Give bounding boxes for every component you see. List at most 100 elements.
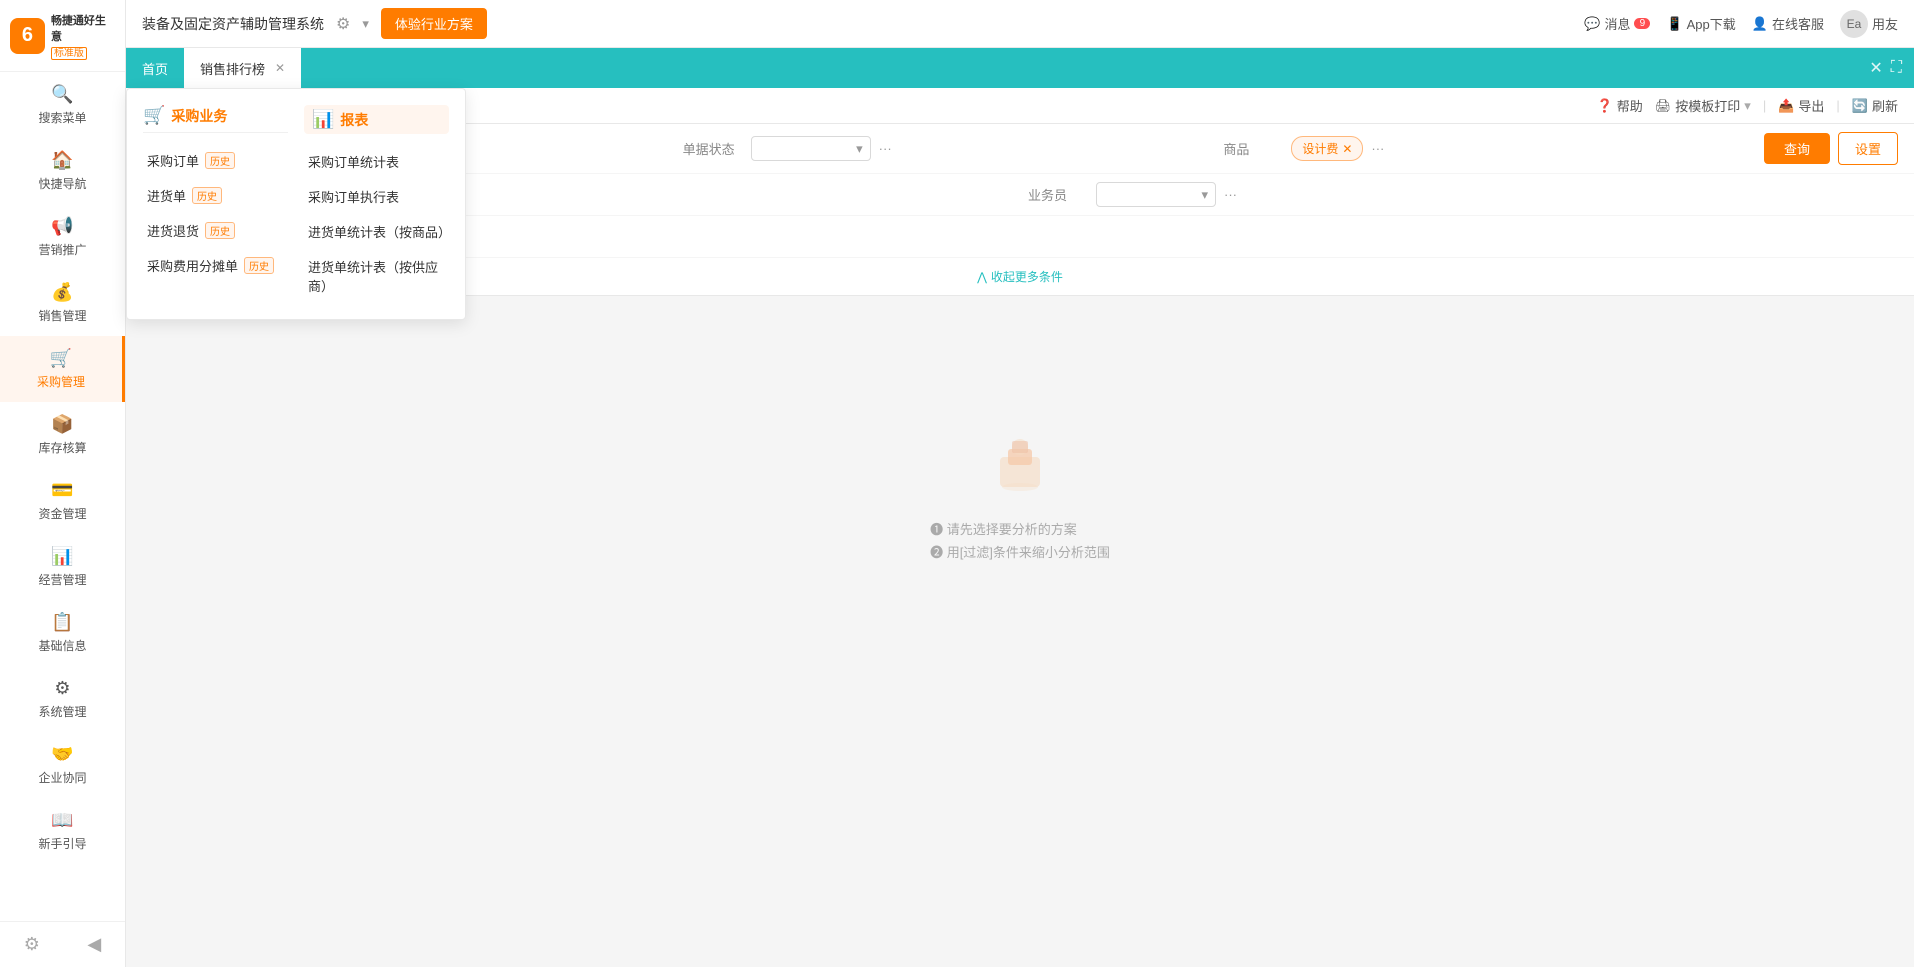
doc-status-select-wrap[interactable]: [751, 136, 871, 161]
sidebar-item-operations[interactable]: 📊 经营管理: [0, 534, 125, 600]
collapse-icon: ⋀: [977, 270, 987, 284]
tabbar: 首页 销售排行榜 ✕ ✕ ⛶: [126, 48, 1914, 88]
print-dropdown-icon[interactable]: ▾: [1744, 98, 1751, 114]
sidebar-logo: 6 畅捷通好生意 标准版: [0, 0, 125, 72]
hist-badge-1: 历史: [205, 152, 235, 169]
finance-icon: 💳: [51, 480, 73, 501]
service-icon: 👤: [1752, 16, 1768, 32]
sidebar-nav: 🔍 搜索菜单 🏠 快捷导航 📢 营销推广 💰 销售管理 🛒 采购管理 📦 库存核…: [0, 72, 125, 921]
system-title: 装备及固定资产辅助管理系统: [142, 14, 324, 34]
inventory-icon: 📦: [51, 414, 73, 435]
online-service-button[interactable]: 👤 在线客服: [1752, 14, 1824, 33]
collapse-filter-button[interactable]: ⋀ 收起更多条件: [965, 264, 1075, 289]
goods-filter-field: 商品 设计费 ✕ ···: [1223, 136, 1748, 161]
sidebar-item-enterprise[interactable]: 🤝 企业协同: [0, 732, 125, 798]
goods-ellipsis[interactable]: ···: [1371, 141, 1384, 156]
salesman-select-wrap[interactable]: [1096, 182, 1216, 207]
sidebar-item-guide[interactable]: 📖 新手引导: [0, 798, 125, 864]
purchase-dropdown-menu: 🛒 采购业务 采购订单 历史 进货单 历史 进货退货 历史 采购费用分摊单 历史…: [126, 88, 466, 320]
marketing-icon: 📢: [51, 216, 73, 237]
sidebar-item-marketing[interactable]: 📢 营销推广: [0, 204, 125, 270]
sidebar-bottom: ⚙ ◀: [0, 921, 125, 967]
hist-badge-4: 历史: [244, 257, 274, 274]
empty-illustration: [980, 427, 1060, 507]
dropdown-item-purchase-expense[interactable]: 采购费用分摊单 历史: [143, 248, 288, 283]
salesman-select[interactable]: [1096, 182, 1216, 207]
sidebar: 6 畅捷通好生意 标准版 🔍 搜索菜单 🏠 快捷导航 📢 营销推广 💰 销售管理…: [0, 0, 126, 967]
purchase-col-header: 🛒 采购业务: [143, 105, 288, 133]
sidebar-item-quick-nav[interactable]: 🏠 快捷导航: [0, 138, 125, 204]
settings-button[interactable]: 设置: [1838, 132, 1898, 165]
doc-status-ellipsis[interactable]: ···: [879, 141, 892, 156]
dropdown-item-stock-in-stats-supplier[interactable]: 进货单统计表（按供应商）: [304, 249, 449, 303]
sidebar-item-inventory[interactable]: 📦 库存核算: [0, 402, 125, 468]
salesman-ellipsis[interactable]: ···: [1224, 187, 1237, 202]
dropdown-item-purchase-order-exec[interactable]: 采购订单执行表: [304, 179, 449, 214]
print-button[interactable]: 🖨 按模板打印 ▾: [1655, 96, 1751, 115]
basic-icon: 📋: [51, 612, 73, 633]
sales-icon: 💰: [51, 282, 73, 303]
tab-sales-ranking[interactable]: 销售排行榜 ✕: [184, 48, 301, 88]
app-download-button[interactable]: 📱 App下载: [1666, 14, 1735, 33]
sidebar-item-system[interactable]: ⚙ 系统管理: [0, 666, 125, 732]
goods-label: 商品: [1223, 139, 1283, 158]
purchase-col: 🛒 采购业务 采购订单 历史 进货单 历史 进货退货 历史 采购费用分摊单 历史: [143, 105, 288, 303]
tab-close-all-icon[interactable]: ✕: [1869, 58, 1882, 78]
sidebar-item-search[interactable]: 🔍 搜索菜单: [0, 72, 125, 138]
salesman-label: 业务员: [1028, 185, 1088, 204]
operations-icon: 📊: [51, 546, 73, 567]
dropdown-item-purchase-order[interactable]: 采购订单 历史: [143, 143, 288, 178]
header-left: 装备及固定资产辅助管理系统 ⚙ ▾ 体验行业方案: [142, 8, 487, 39]
sidebar-item-sales[interactable]: 💰 销售管理: [0, 270, 125, 336]
sidebar-item-basic[interactable]: 📋 基础信息: [0, 600, 125, 666]
sidebar-item-purchase[interactable]: 🛒 采购管理: [0, 336, 125, 402]
app-download-icon: 📱: [1666, 16, 1682, 32]
salesman-filter-field: 业务员 ···: [1028, 182, 1898, 207]
tab-home[interactable]: 首页: [126, 48, 184, 88]
report-col-icon: 📊: [312, 109, 334, 130]
dropdown-item-stock-return[interactable]: 进货退货 历史: [143, 213, 288, 248]
query-button[interactable]: 查询: [1764, 133, 1830, 164]
goods-chip-close-icon[interactable]: ✕: [1342, 142, 1352, 156]
tab-fullscreen-icon[interactable]: ⛶: [1891, 59, 1902, 77]
system-icon: ⚙: [54, 678, 70, 699]
dropdown-item-purchase-order-stats[interactable]: 采购订单统计表: [304, 144, 449, 179]
sidebar-collapse-btn[interactable]: ◀: [87, 934, 101, 955]
hist-badge-3: 历史: [205, 222, 235, 239]
header-right: 💬 消息 9 📱 App下载 👤 在线客服 Ea 用友: [1584, 10, 1898, 38]
report-col-header: 📊 报表: [304, 105, 449, 134]
tabbar-actions: ✕ ⛶: [1869, 58, 1914, 78]
purchase-col-icon: 🛒: [143, 105, 165, 126]
industry-button[interactable]: 体验行业方案: [381, 8, 487, 39]
doc-status-select[interactable]: [751, 136, 871, 161]
doc-status-label: 单据状态: [683, 139, 743, 158]
home-icon: 🏠: [51, 150, 73, 171]
header: 装备及固定资产辅助管理系统 ⚙ ▾ 体验行业方案 💬 消息 9 📱 App下载 …: [126, 0, 1914, 48]
export-icon: 📤: [1778, 98, 1794, 114]
empty-state: ❶ 请先选择要分析的方案 ❷ 用[过滤]条件来缩小分析范围: [126, 296, 1914, 696]
report-col: 📊 报表 采购订单统计表 采购订单执行表 进货单统计表（按商品） 进货单统计表（…: [304, 105, 449, 303]
refresh-icon: 🔄: [1852, 98, 1868, 114]
help-button[interactable]: ❓ 帮助: [1597, 96, 1643, 115]
dropdown-item-stock-in-stats-goods[interactable]: 进货单统计表（按商品）: [304, 214, 449, 249]
enterprise-icon: 🤝: [51, 744, 73, 765]
sidebar-settings-btn[interactable]: ⚙: [24, 934, 40, 955]
sidebar-item-finance[interactable]: 💳 资金管理: [0, 468, 125, 534]
filter-actions: 查询 设置: [1764, 132, 1898, 165]
user-menu[interactable]: Ea 用友: [1840, 10, 1898, 38]
avatar: Ea: [1840, 10, 1868, 38]
dropdown-item-stock-in[interactable]: 进货单 历史: [143, 178, 288, 213]
logo-text: 畅捷通好生意 标准版: [51, 12, 115, 59]
tab-close-icon[interactable]: ✕: [275, 61, 285, 75]
empty-tips: ❶ 请先选择要分析的方案 ❷ 用[过滤]条件来缩小分析范围: [930, 519, 1110, 565]
refresh-button[interactable]: 🔄 刷新: [1852, 96, 1898, 115]
messages-badge: 9: [1634, 18, 1650, 29]
logo-icon: 6: [10, 18, 45, 54]
dropdown-arrow-icon[interactable]: ▾: [362, 16, 369, 32]
guide-icon: 📖: [51, 810, 73, 831]
doc-status-filter-field: 单据状态 ···: [683, 136, 1208, 161]
goods-chip[interactable]: 设计费 ✕: [1291, 136, 1363, 161]
system-settings-icon[interactable]: ⚙: [336, 14, 350, 34]
messages-button[interactable]: 💬 消息 9: [1584, 14, 1650, 33]
export-button[interactable]: 📤 导出: [1778, 96, 1824, 115]
